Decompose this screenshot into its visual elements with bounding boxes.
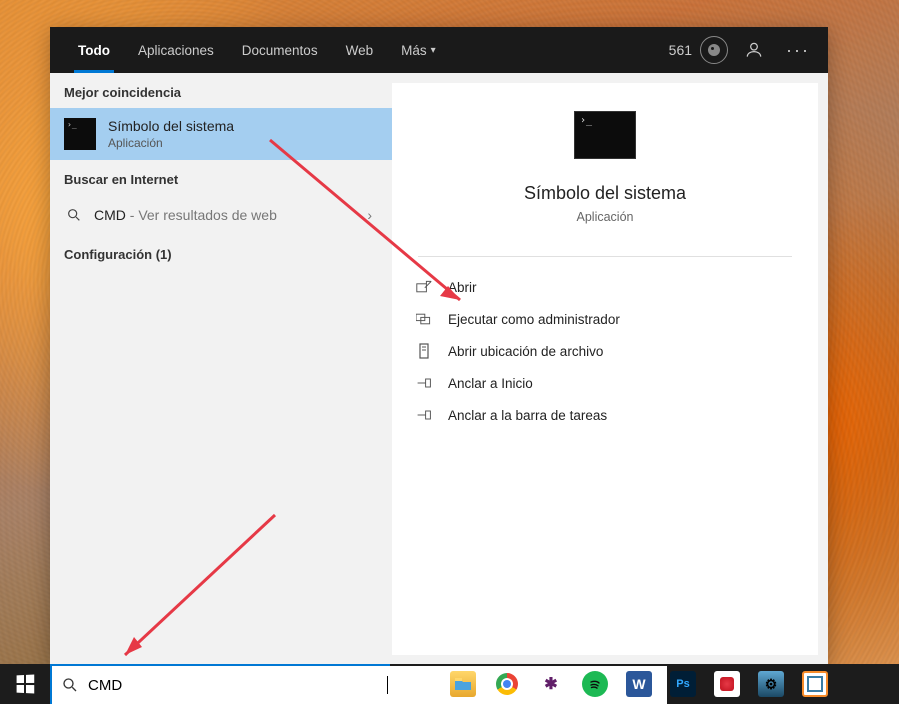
cmd-large-icon: [574, 111, 636, 159]
actions-list: Abrir Ejecutar como administrador Abrir …: [392, 271, 818, 431]
action-pin-start-label: Anclar a Inicio: [448, 376, 533, 391]
file-explorer-icon[interactable]: [442, 664, 484, 704]
web-query-bold: CMD: [94, 207, 126, 223]
config-header[interactable]: Configuración (1): [50, 235, 392, 270]
best-match-header: Mejor coincidencia: [50, 73, 392, 108]
result-title: Símbolo del sistema: [108, 118, 234, 134]
action-location-label: Abrir ubicación de archivo: [448, 344, 603, 359]
rewards-points[interactable]: 561: [669, 42, 692, 58]
cmd-icon: [64, 118, 96, 150]
app-tool-icon[interactable]: ⚙: [750, 664, 792, 704]
taskbar-icons: ✱ W Ps ⚙: [390, 664, 836, 704]
pin-taskbar-icon: [414, 407, 434, 423]
rewards-badge-icon[interactable]: [700, 36, 728, 64]
web-suffix: - Ver resultados de web: [126, 207, 277, 223]
vmware-icon[interactable]: [794, 664, 836, 704]
folder-icon: [414, 343, 434, 359]
admin-icon: [414, 311, 434, 327]
word-icon[interactable]: W: [618, 664, 660, 704]
search-icon: [64, 205, 84, 225]
taskbar-search-box[interactable]: [50, 664, 390, 704]
action-open-location[interactable]: Abrir ubicación de archivo: [414, 335, 818, 367]
tab-todo[interactable]: Todo: [64, 27, 124, 73]
results-left-pane: Mejor coincidencia Símbolo del sistema A…: [50, 73, 392, 665]
web-search-header: Buscar en Internet: [50, 160, 392, 195]
preview-subtitle: Aplicación: [577, 210, 634, 224]
account-icon[interactable]: [744, 40, 764, 60]
tab-documentos[interactable]: Documentos: [228, 27, 332, 73]
start-button[interactable]: [0, 664, 50, 704]
chrome-icon[interactable]: [486, 664, 528, 704]
action-pin-taskbar-label: Anclar a la barra de tareas: [448, 408, 607, 423]
action-pin-start[interactable]: Anclar a Inicio: [414, 367, 818, 399]
action-run-admin[interactable]: Ejecutar como administrador: [414, 303, 818, 335]
result-text: Símbolo del sistema Aplicación: [108, 118, 234, 150]
start-search-panel: Todo Aplicaciones Documentos Web Más ▾ 5…: [50, 27, 828, 665]
text-cursor: [387, 676, 388, 694]
search-tabs-bar: Todo Aplicaciones Documentos Web Más ▾ 5…: [50, 27, 828, 73]
photoshop-icon[interactable]: Ps: [662, 664, 704, 704]
chevron-right-icon: ›: [367, 207, 378, 223]
action-admin-label: Ejecutar como administrador: [448, 312, 620, 327]
task-view-icon[interactable]: [398, 664, 440, 704]
tab-mas[interactable]: Más ▾: [387, 27, 450, 73]
search-icon: [52, 676, 88, 694]
slack-icon[interactable]: ✱: [530, 664, 572, 704]
preview-title: Símbolo del sistema: [524, 183, 686, 204]
tab-web[interactable]: Web: [332, 27, 388, 73]
pin-start-icon: [414, 375, 434, 391]
action-open-label: Abrir: [448, 280, 477, 295]
result-subtitle: Aplicación: [108, 136, 234, 150]
open-icon: [414, 279, 434, 295]
taskbar: ✱ W Ps ⚙: [0, 664, 899, 704]
result-cmd[interactable]: Símbolo del sistema Aplicación: [50, 108, 392, 160]
app-red-icon[interactable]: [706, 664, 748, 704]
tab-aplicaciones[interactable]: Aplicaciones: [124, 27, 228, 73]
action-open[interactable]: Abrir: [414, 271, 818, 303]
divider: [418, 256, 793, 257]
tabs-group: Todo Aplicaciones Documentos Web Más ▾: [64, 27, 450, 73]
web-query-text: CMD - Ver resultados de web: [94, 207, 277, 223]
action-pin-taskbar[interactable]: Anclar a la barra de tareas: [414, 399, 818, 431]
search-body: Mejor coincidencia Símbolo del sistema A…: [50, 73, 828, 665]
spotify-icon[interactable]: [574, 664, 616, 704]
tab-mas-label: Más: [401, 43, 427, 58]
windows-logo-icon: [17, 675, 35, 694]
more-options-icon[interactable]: ···: [782, 40, 814, 61]
web-result-cmd[interactable]: CMD - Ver resultados de web ›: [50, 195, 392, 235]
chevron-down-icon: ▾: [431, 45, 436, 56]
preview-right-pane: Símbolo del sistema Aplicación Abrir Eje…: [392, 83, 818, 655]
